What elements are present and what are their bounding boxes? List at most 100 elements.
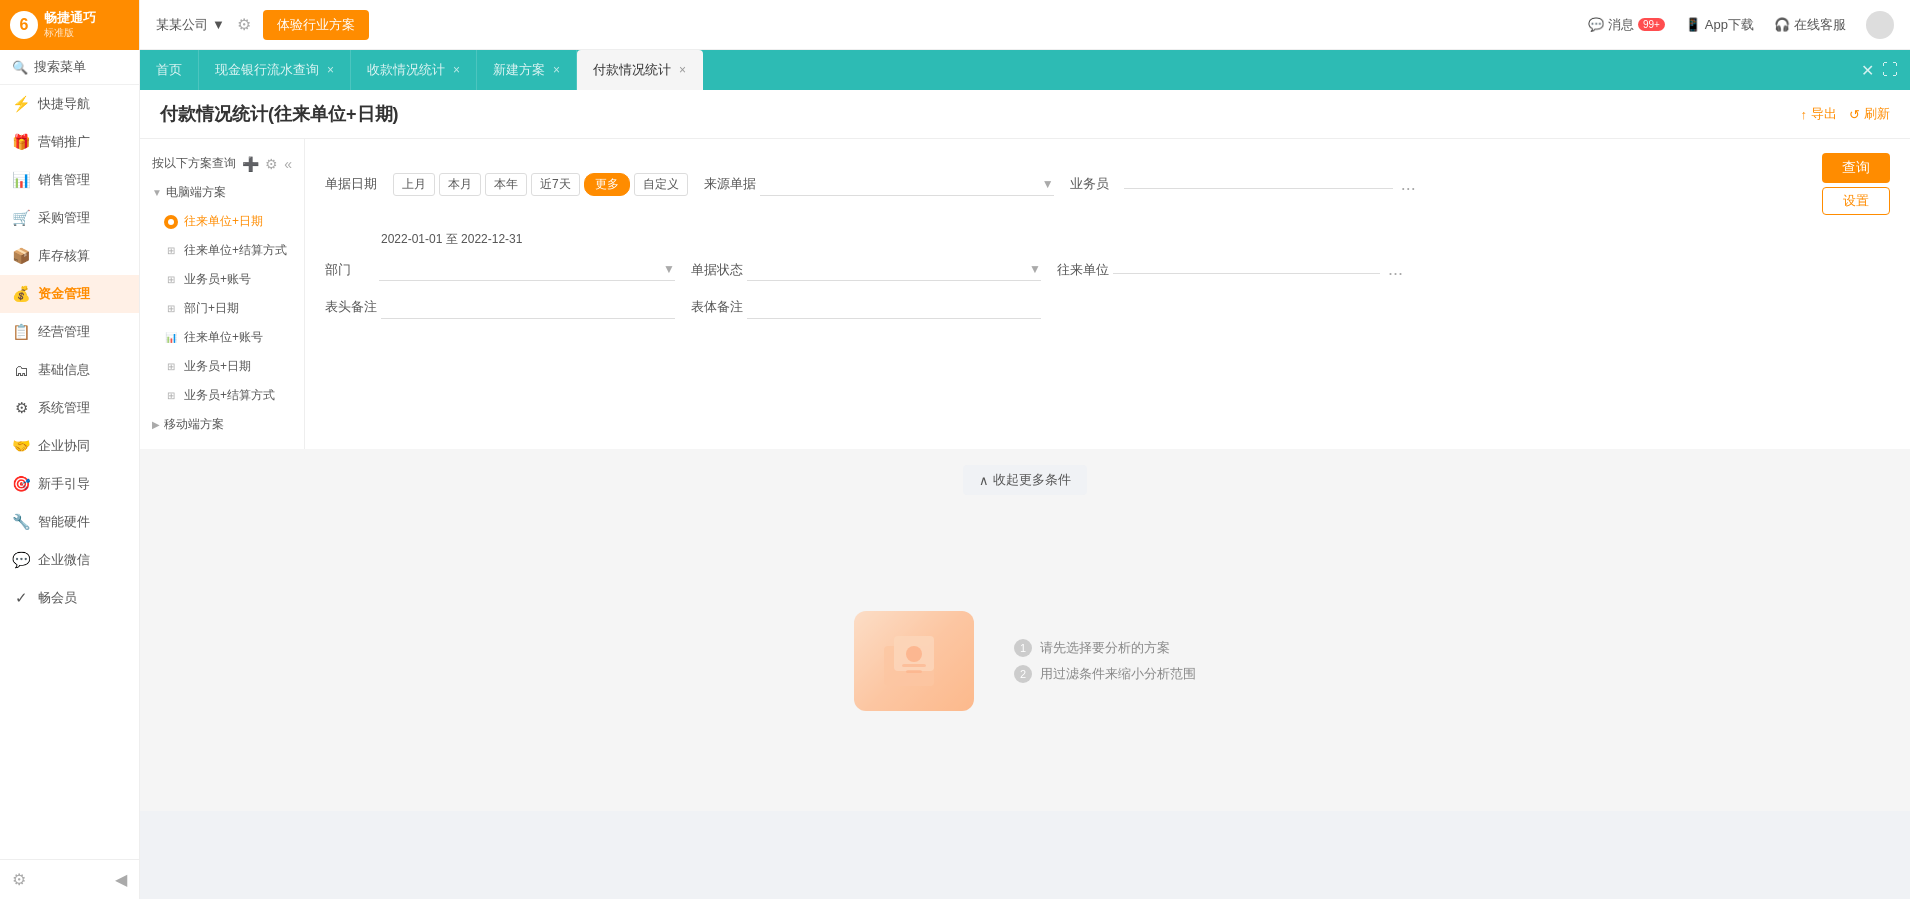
svg-rect-3	[902, 664, 926, 667]
scheme-settings-btn[interactable]: ⚙	[265, 156, 278, 172]
sidebar-item-label: 采购管理	[38, 209, 90, 227]
note-body-wrapper: 表体备注	[691, 295, 1041, 319]
app-download-btn[interactable]: 📱 App下载	[1685, 16, 1754, 34]
service-label: 在线客服	[1794, 16, 1846, 34]
sidebar-item-label: 智能硬件	[38, 513, 90, 531]
sidebar-item-label: 企业微信	[38, 551, 90, 569]
sidebar-item-operation[interactable]: 📋 经营管理	[0, 313, 139, 351]
tip-text-2: 用过滤条件来缩小分析范围	[1040, 665, 1196, 683]
sidebar-item-system[interactable]: ⚙ 系统管理	[0, 389, 139, 427]
tab-receivable-close[interactable]: ×	[453, 63, 460, 77]
empty-state-inner: 1 请先选择要分析的方案 2 用过滤条件来缩小分析范围	[854, 611, 1196, 711]
filter-row-2: 部门 ▼ 单据状态 ▼ 往来单位	[325, 258, 1890, 281]
doc-status-select[interactable]: ▼	[747, 258, 1041, 281]
date-btn-custom[interactable]: 自定义	[634, 173, 688, 196]
date-btn-last-month[interactable]: 上月	[393, 173, 435, 196]
topbar-right: 💬 消息 99+ 📱 App下载 🎧 在线客服	[1588, 11, 1894, 39]
settings-btn[interactable]: 设置	[1822, 187, 1890, 215]
sidebar-item-marketing[interactable]: 🎁 营销推广	[0, 123, 139, 161]
scheme-add-btn[interactable]: ➕	[242, 156, 259, 172]
scheme-item-1[interactable]: ⊞ 往来单位+结算方式	[140, 236, 304, 265]
tab-new-scheme[interactable]: 新建方案 ×	[477, 50, 577, 90]
counterpart-select[interactable]	[1113, 265, 1380, 274]
trial-btn[interactable]: 体验行业方案	[263, 10, 369, 40]
hardware-icon: 🔧	[12, 513, 30, 531]
search-menu[interactable]: 🔍 搜索菜单	[0, 50, 139, 85]
sidebar-item-quick-nav[interactable]: ⚡ 快捷导航	[0, 85, 139, 123]
sidebar-collapse-icon[interactable]: ◀	[115, 870, 127, 889]
counterpart-dots[interactable]: ...	[1384, 259, 1407, 280]
sidebar: 6 畅捷通巧 标准版 🔍 搜索菜单 ⚡ 快捷导航 🎁 营销推广 📊 销售管理 🛒…	[0, 0, 140, 899]
query-btn[interactable]: 查询	[1822, 153, 1890, 183]
refresh-label: 刷新	[1864, 105, 1890, 123]
date-btn-more[interactable]: 更多	[584, 173, 630, 196]
sidebar-item-hardware[interactable]: 🔧 智能硬件	[0, 503, 139, 541]
scheme-item-5[interactable]: ⊞ 业务员+日期	[140, 352, 304, 381]
scheme-item-4[interactable]: 📊 往来单位+账号	[140, 323, 304, 352]
scheme-group-desktop[interactable]: ▼ 电脑端方案	[140, 178, 304, 207]
tab-bank-flow-close[interactable]: ×	[327, 63, 334, 77]
sidebar-item-wechat[interactable]: 💬 企业微信	[0, 541, 139, 579]
tab-new-scheme-close[interactable]: ×	[553, 63, 560, 77]
date-btn-this-month[interactable]: 本月	[439, 173, 481, 196]
sidebar-item-vip[interactable]: ✓ 畅会员	[0, 579, 139, 617]
scheme-item-0[interactable]: 往来单位+日期	[140, 207, 304, 236]
scheme-group-mobile[interactable]: ▶ 移动端方案	[140, 410, 304, 439]
message-btn[interactable]: 💬 消息 99+	[1588, 16, 1665, 34]
tab-home[interactable]: 首页	[140, 50, 199, 90]
tab-payment-stat[interactable]: 付款情况统计 ×	[577, 50, 703, 90]
refresh-icon: ↺	[1849, 107, 1860, 122]
export-btn[interactable]: ↑ 导出	[1801, 105, 1838, 123]
enterprise-icon: 🤝	[12, 437, 30, 455]
sidebar-item-base[interactable]: 🗂 基础信息	[0, 351, 139, 389]
scheme-chart-icon-4: 📊	[164, 331, 178, 345]
sidebar-item-sales[interactable]: 📊 销售管理	[0, 161, 139, 199]
tip-num-1: 1	[1014, 639, 1032, 657]
source-select[interactable]: ▼	[760, 173, 1054, 196]
user-avatar[interactable]	[1866, 11, 1894, 39]
date-btn-this-year[interactable]: 本年	[485, 173, 527, 196]
message-label: 消息	[1608, 16, 1634, 34]
salesman-dots[interactable]: ...	[1397, 174, 1420, 195]
sidebar-item-guide[interactable]: 🎯 新手引导	[0, 465, 139, 503]
inventory-icon: 📦	[12, 247, 30, 265]
scheme-tree: 按以下方案查询 ➕ ⚙ « ▼ 电脑端方案 往来单位+日期	[140, 139, 305, 449]
page-header-actions: ↑ 导出 ↺ 刷新	[1801, 105, 1891, 123]
sidebar-item-inventory[interactable]: 📦 库存核算	[0, 237, 139, 275]
scheme-collapse-btn[interactable]: «	[284, 156, 292, 172]
sidebar-item-funds[interactable]: 💰 资金管理	[0, 275, 139, 313]
tab-expand-icon[interactable]: ⛶	[1882, 61, 1898, 79]
service-icon: 🎧	[1774, 17, 1790, 32]
scheme-item-6[interactable]: ⊞ 业务员+结算方式	[140, 381, 304, 410]
dept-arrow-icon: ▼	[663, 262, 675, 276]
refresh-btn[interactable]: ↺ 刷新	[1849, 105, 1890, 123]
sales-icon: 📊	[12, 171, 30, 189]
collapse-icon: ∧	[979, 473, 989, 488]
tab-close-all-icon[interactable]: ✕	[1861, 61, 1874, 80]
dept-select[interactable]: ▼	[379, 258, 675, 281]
collapse-conditions-btn[interactable]: ∧ 收起更多条件	[963, 465, 1087, 495]
sidebar-item-label: 畅会员	[38, 589, 77, 607]
note-header-input[interactable]	[381, 295, 675, 319]
sidebar-item-enterprise[interactable]: 🤝 企业协同	[0, 427, 139, 465]
sidebar-item-purchase[interactable]: 🛒 采购管理	[0, 199, 139, 237]
tab-bank-flow-label: 现金银行流水查询	[215, 61, 319, 79]
scheme-item-3[interactable]: ⊞ 部门+日期	[140, 294, 304, 323]
tab-payment-stat-close[interactable]: ×	[679, 63, 686, 77]
page-title: 付款情况统计(往来单位+日期)	[160, 102, 399, 126]
tab-bank-flow[interactable]: 现金银行流水查询 ×	[199, 50, 351, 90]
filter-row-1: 单据日期 上月 本月 本年 近7天 更多 自定义 来源单据 ▼	[325, 153, 1890, 215]
note-body-input[interactable]	[747, 295, 1041, 319]
company-selector[interactable]: 某某公司 ▼	[156, 16, 225, 34]
topbar-settings-icon[interactable]: ⚙	[237, 15, 251, 34]
tab-new-scheme-label: 新建方案	[493, 61, 545, 79]
sidebar-settings-icon[interactable]: ⚙	[12, 870, 26, 889]
date-btn-7days[interactable]: 近7天	[531, 173, 580, 196]
note-header-wrapper: 表头备注	[325, 295, 675, 319]
tab-receivable[interactable]: 收款情况统计 ×	[351, 50, 477, 90]
sidebar-item-label: 基础信息	[38, 361, 90, 379]
online-service-btn[interactable]: 🎧 在线客服	[1774, 16, 1846, 34]
salesman-select[interactable]	[1124, 180, 1393, 189]
scheme-item-2[interactable]: ⊞ 业务员+账号	[140, 265, 304, 294]
scheme-mobile-arrow: ▶	[152, 419, 160, 430]
